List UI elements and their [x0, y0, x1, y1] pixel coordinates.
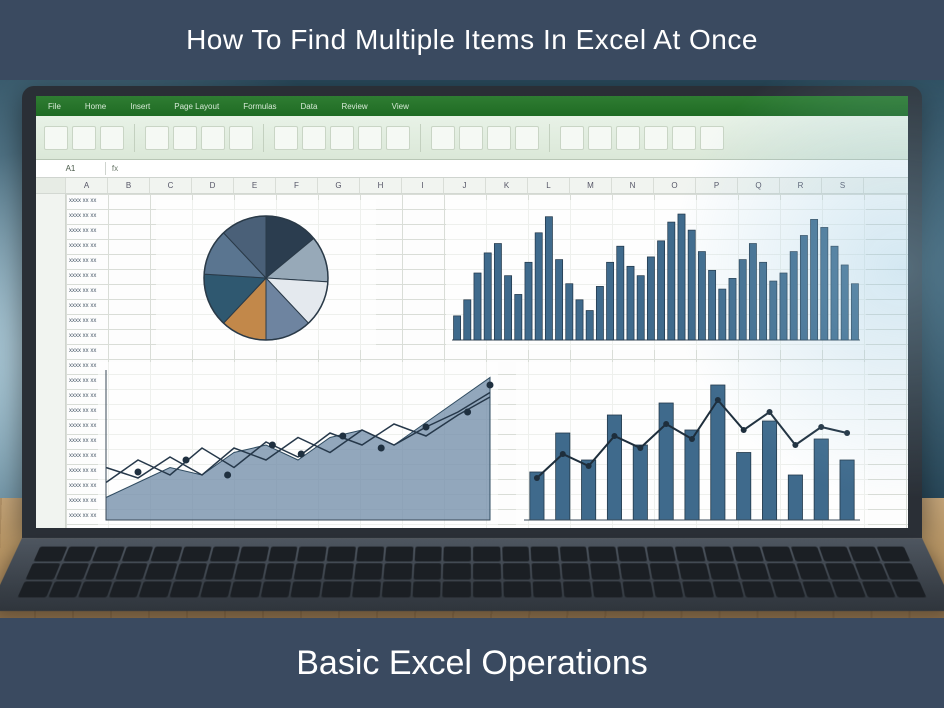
ribbon-tabs: File Home Insert Page Layout Formulas Da… — [36, 96, 908, 116]
col-header[interactable]: K — [486, 178, 528, 193]
page-subtitle: Basic Excel Operations — [296, 644, 648, 683]
tab-insert[interactable]: Insert — [130, 102, 150, 111]
ribbon-button[interactable] — [644, 126, 668, 150]
col-header[interactable]: F — [276, 178, 318, 193]
col-header[interactable]: R — [780, 178, 822, 193]
ribbon-sep — [134, 124, 135, 152]
laptop: File Home Insert Page Layout Formulas Da… — [22, 86, 922, 618]
col-header[interactable]: L — [528, 178, 570, 193]
title-bar: How To Find Multiple Items In Excel At O… — [0, 0, 944, 80]
name-box[interactable]: A1 — [36, 162, 106, 175]
select-all-corner[interactable] — [36, 178, 66, 193]
col-header[interactable]: A — [66, 178, 108, 193]
ribbon-button[interactable] — [386, 126, 410, 150]
ribbon-button[interactable] — [44, 126, 68, 150]
ribbon-button[interactable] — [72, 126, 96, 150]
col-header[interactable]: N — [612, 178, 654, 193]
fx-icon[interactable]: fx — [106, 164, 124, 173]
row-headers[interactable] — [36, 194, 66, 528]
col-header[interactable]: H — [360, 178, 402, 193]
laptop-keyboard — [0, 538, 944, 611]
col-header[interactable]: I — [402, 178, 444, 193]
ribbon-sep — [420, 124, 421, 152]
ribbon-button[interactable] — [588, 126, 612, 150]
col-header[interactable]: M — [570, 178, 612, 193]
ribbon-button[interactable] — [229, 126, 253, 150]
tab-home[interactable]: Home — [85, 102, 106, 111]
ribbon-button[interactable] — [173, 126, 197, 150]
ribbon-sep — [263, 124, 264, 152]
bar-chart — [446, 200, 866, 350]
ribbon-button[interactable] — [100, 126, 124, 150]
ribbon-button[interactable] — [431, 126, 455, 150]
subtitle-bar: Basic Excel Operations — [0, 618, 944, 708]
thumbnail-card: How To Find Multiple Items In Excel At O… — [0, 0, 944, 708]
ribbon-button[interactable] — [672, 126, 696, 150]
ribbon-toolbar — [36, 116, 908, 160]
worksheet[interactable]: xxxx xx xxxxxx xx xxxxxx xx xxxxxx xx xx… — [36, 194, 908, 528]
col-header[interactable]: E — [234, 178, 276, 193]
page-title: How To Find Multiple Items In Excel At O… — [186, 24, 758, 56]
ribbon-button[interactable] — [459, 126, 483, 150]
col-header[interactable]: J — [444, 178, 486, 193]
ribbon-button[interactable] — [274, 126, 298, 150]
col-header[interactable]: D — [192, 178, 234, 193]
ribbon-button[interactable] — [487, 126, 511, 150]
ribbon-button[interactable] — [560, 126, 584, 150]
tab-data[interactable]: Data — [301, 102, 318, 111]
ribbon-button[interactable] — [302, 126, 326, 150]
ribbon-button[interactable] — [201, 126, 225, 150]
col-header[interactable]: O — [654, 178, 696, 193]
col-header[interactable]: B — [108, 178, 150, 193]
stylus-right — [830, 570, 940, 591]
col-header[interactable]: P — [696, 178, 738, 193]
laptop-bezel: File Home Insert Page Layout Formulas Da… — [22, 86, 922, 538]
column-headers: A B C D E F G H I J K L M N O — [36, 178, 908, 194]
hero-scene: File Home Insert Page Layout Formulas Da… — [0, 80, 944, 618]
tab-layout[interactable]: Page Layout — [174, 102, 219, 111]
tab-formulas[interactable]: Formulas — [243, 102, 276, 111]
formula-bar: A1 fx — [36, 160, 908, 178]
col-header[interactable]: Q — [738, 178, 780, 193]
col-header[interactable]: S — [822, 178, 864, 193]
combo-chart — [516, 362, 868, 528]
ribbon-button[interactable] — [145, 126, 169, 150]
excel-window: File Home Insert Page Layout Formulas Da… — [36, 96, 908, 528]
ribbon-button[interactable] — [700, 126, 724, 150]
ribbon-button[interactable] — [515, 126, 539, 150]
ribbon-button[interactable] — [358, 126, 382, 150]
pie-chart — [156, 200, 376, 350]
col-header[interactable]: G — [318, 178, 360, 193]
tab-file[interactable]: File — [48, 102, 61, 111]
ribbon-button[interactable] — [330, 126, 354, 150]
ribbon-button[interactable] — [616, 126, 640, 150]
area-chart — [98, 362, 498, 528]
tab-view[interactable]: View — [392, 102, 409, 111]
ribbon-sep — [549, 124, 550, 152]
tab-review[interactable]: Review — [341, 102, 367, 111]
col-header[interactable]: C — [150, 178, 192, 193]
